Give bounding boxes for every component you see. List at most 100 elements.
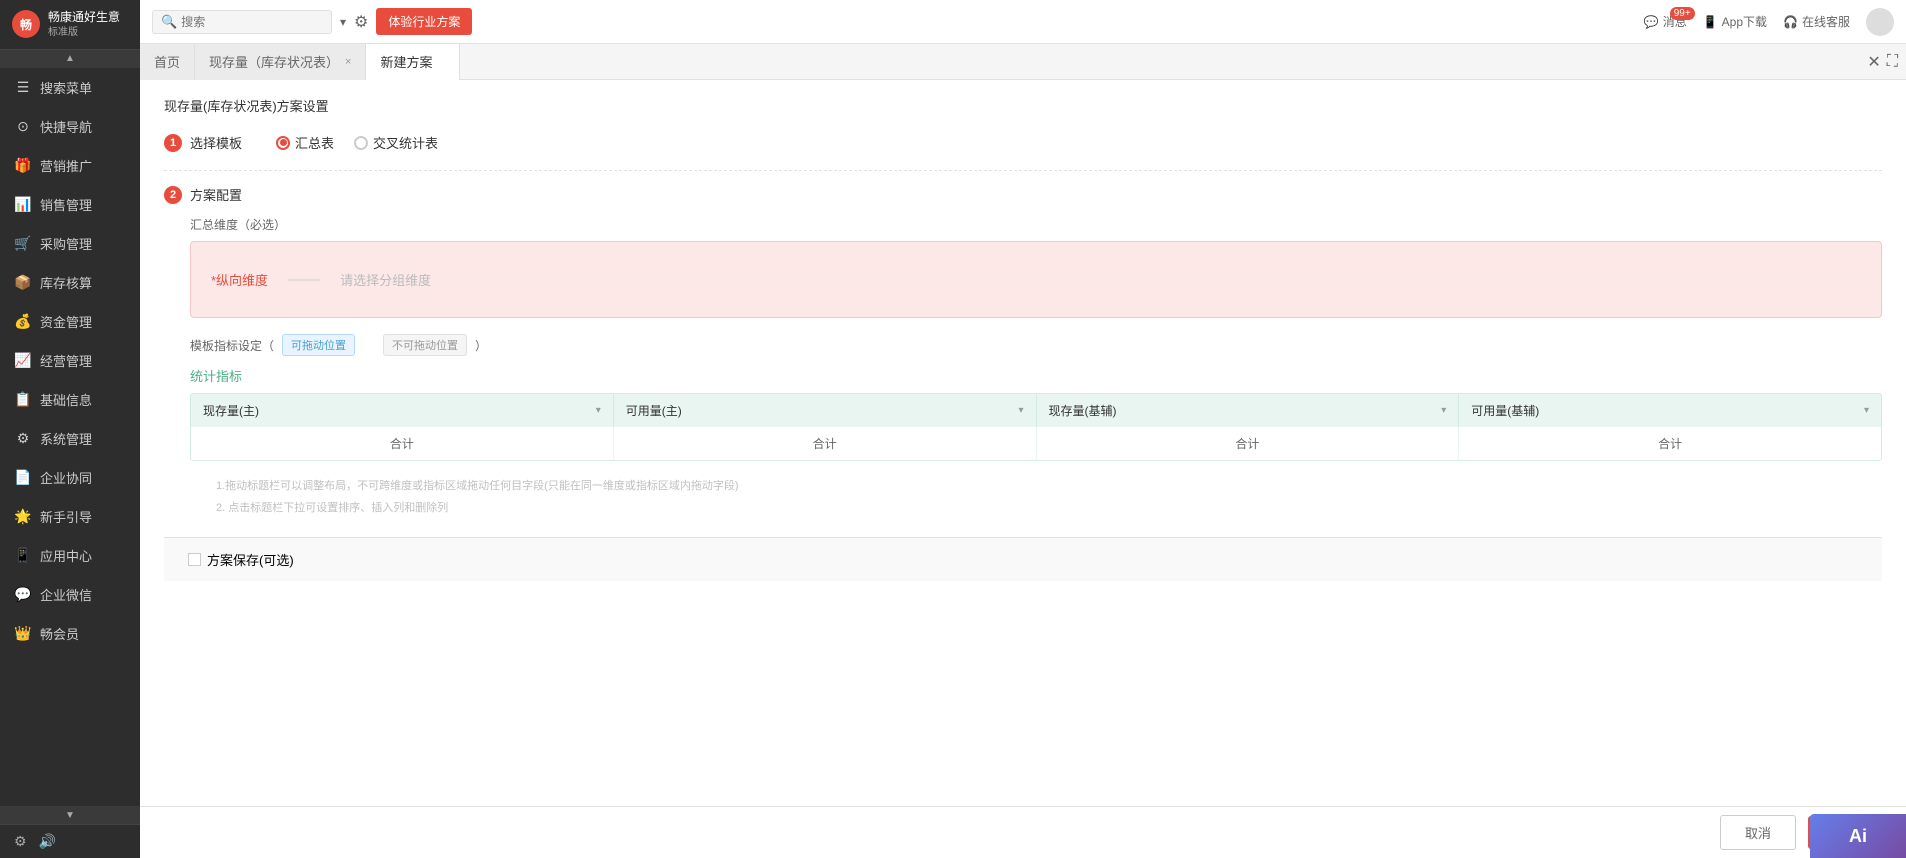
tab-inventory[interactable]: 现存量（库存状况表） × — [195, 44, 366, 80]
window-expand-button[interactable]: ⛶ — [1887, 53, 1898, 71]
topbar-expand-button[interactable]: ▾ — [340, 15, 346, 29]
section2-num: 2 — [164, 186, 182, 204]
stats-col-4[interactable]: 可用量(基辅) ▾ — [1459, 394, 1881, 427]
save-option-label: 方案保存(可选) — [207, 550, 294, 569]
tip-2: 2. 点击标题栏下拉可设置排序、插入列和删除列 — [216, 499, 1882, 519]
tab-new-scheme[interactable]: 新建方案 × — [366, 44, 459, 80]
sidebar-item-basic-info[interactable]: 📋 基础信息 — [0, 380, 140, 419]
sound-footer-icon[interactable]: 🔊 — [39, 833, 56, 850]
stats-body-col-4: 合计 — [1459, 427, 1881, 460]
marketing-icon: 🎁 — [14, 156, 32, 174]
stats-col-2[interactable]: 可用量(主) ▾ — [614, 394, 1037, 427]
bottom-bar: 取消 查询 — [140, 806, 1906, 858]
template-options: 汇总表 交叉统计表 — [276, 133, 438, 152]
save-checkbox[interactable] — [188, 553, 201, 566]
app-download-button[interactable]: 📱 App下载 — [1703, 13, 1767, 30]
sidebar-scroll-up[interactable]: ▲ — [0, 50, 140, 68]
wechat-icon: 💬 — [14, 585, 32, 603]
purchase-icon: 🛒 — [14, 234, 32, 252]
stats-body-col-1: 合计 — [191, 427, 614, 460]
settings-footer-icon[interactable]: ⚙ — [14, 833, 27, 850]
sidebar-item-wechat[interactable]: 💬 企业微信 — [0, 575, 140, 614]
messages-button[interactable]: 💬 消息 99+ — [1644, 13, 1687, 30]
col1-chevron-icon[interactable]: ▾ — [596, 405, 601, 416]
dimension-sublabel: 汇总维度（必选） — [190, 216, 1882, 233]
ai-float-button[interactable]: Ai — [1810, 814, 1906, 858]
app-center-icon: 📱 — [14, 546, 32, 564]
save-option-area: 方案保存(可选) — [164, 537, 1882, 581]
window-close-button[interactable]: ✕ — [1867, 52, 1880, 72]
topbar-right: 💬 消息 99+ 📱 App下载 🎧 在线客服 — [1644, 8, 1894, 36]
topbar: 🔍 ▾ ⚙ 体验行业方案 💬 消息 99+ 📱 App下载 🎧 在线客服 — [140, 0, 1906, 44]
sidebar-scroll-down[interactable]: ▼ — [0, 806, 140, 824]
contracts-icon: 📄 — [14, 468, 32, 486]
sidebar-item-membership[interactable]: 👑 畅会员 — [0, 614, 140, 653]
metric-settings: 模板指标设定（可拖动位置 不可拖动位置） 统计指标 现存量(主) ▾ 可用量(主… — [190, 334, 1882, 519]
tab-home[interactable]: 首页 — [140, 44, 195, 80]
section-scheme-config: 2 方案配置 汇总维度（必选） *纵向维度 —— 请选择分组维度 模板指标设定（… — [164, 185, 1882, 519]
stats-body-col-2: 合计 — [614, 427, 1037, 460]
section1-header: 1 选择模板 汇总表 交叉统计表 — [164, 133, 1882, 152]
sidebar-nav: ☰ 搜索菜单 ⊙ 快捷导航 🎁 营销推广 📊 销售管理 🛒 采购管理 📦 库存核… — [0, 68, 140, 806]
operations-icon: 📈 — [14, 351, 32, 369]
stats-table: 现存量(主) ▾ 可用量(主) ▾ 现存量(基辅) ▾ — [190, 393, 1882, 461]
search-icon: 🔍 — [161, 14, 177, 30]
gear-icon: ⚙ — [354, 14, 368, 31]
divider-1 — [164, 170, 1882, 171]
col4-chevron-icon[interactable]: ▾ — [1864, 405, 1869, 416]
sidebar-item-inventory[interactable]: 📦 库存核算 — [0, 263, 140, 302]
stats-table-body: 合计 合计 合计 合计 — [191, 427, 1881, 460]
page-content: 现存量(库存状况表)方案设置 1 选择模板 汇总表 交叉统计表 — [140, 80, 1906, 806]
metric-settings-label: 模板指标设定（可拖动位置 不可拖动位置） — [190, 334, 1882, 356]
sidebar-item-purchase[interactable]: 🛒 采购管理 — [0, 224, 140, 263]
summary-radio[interactable] — [276, 136, 290, 150]
quick-nav-icon: ⊙ — [14, 117, 32, 135]
tip-1: 1.拖动标题栏可以调整布局，不可跨维度或指标区域拖动任何目字段(只能在同一维度或… — [216, 477, 1882, 497]
dimension-area[interactable]: *纵向维度 —— 请选择分组维度 — [190, 241, 1882, 318]
stats-col-3[interactable]: 现存量(基辅) ▾ — [1037, 394, 1460, 427]
section1-title: 选择模板 — [190, 133, 242, 152]
stats-table-header: 现存量(主) ▾ 可用量(主) ▾ 现存量(基辅) ▾ — [191, 394, 1881, 427]
section1-num: 1 — [164, 134, 182, 152]
sidebar-item-newbie[interactable]: 🌟 新手引导 — [0, 497, 140, 536]
vertical-dim-label: *纵向维度 — [211, 270, 268, 289]
search-input[interactable] — [181, 15, 323, 29]
brand-area: 畅 畅康通好生意 标准版 — [0, 0, 140, 50]
page-inner: 现存量(库存状况表)方案设置 1 选择模板 汇总表 交叉统计表 — [140, 80, 1906, 806]
col2-chevron-icon[interactable]: ▾ — [1018, 405, 1023, 416]
template-summary-option[interactable]: 汇总表 — [276, 133, 334, 152]
tab-new-close[interactable]: × — [438, 56, 444, 68]
sidebar: 畅 畅康通好生意 标准版 ▲ ☰ 搜索菜单 ⊙ 快捷导航 🎁 营销推广 📊 销售… — [0, 0, 140, 858]
section-select-template: 1 选择模板 汇总表 交叉统计表 — [164, 133, 1882, 152]
basic-info-icon: 📋 — [14, 390, 32, 408]
download-icon: 📱 — [1703, 15, 1718, 29]
search-box[interactable]: 🔍 — [152, 10, 332, 34]
tabbar-actions: ✕ ⛶ — [1867, 52, 1906, 72]
stats-body-col-3: 合计 — [1037, 427, 1460, 460]
stats-col-1[interactable]: 现存量(主) ▾ — [191, 394, 614, 427]
customer-service-button[interactable]: 🎧 在线客服 — [1783, 13, 1850, 30]
inventory-icon: 📦 — [14, 273, 32, 291]
tab-inventory-close[interactable]: × — [345, 56, 351, 68]
crosstab-radio[interactable] — [354, 136, 368, 150]
dim-placeholder: 请选择分组维度 — [340, 270, 431, 289]
sidebar-item-system[interactable]: ⚙ 系统管理 — [0, 419, 140, 458]
sidebar-item-app-center[interactable]: 📱 应用中心 — [0, 536, 140, 575]
finance-icon: 💰 — [14, 312, 32, 330]
topbar-gear-button[interactable]: ⚙ — [354, 12, 368, 32]
cancel-button[interactable]: 取消 — [1720, 815, 1796, 850]
stats-section-title: 统计指标 — [190, 366, 1882, 385]
sidebar-item-search-menu[interactable]: ☰ 搜索菜单 — [0, 68, 140, 107]
sidebar-item-marketing[interactable]: 🎁 营销推广 — [0, 146, 140, 185]
headset-icon: 🎧 — [1783, 15, 1798, 29]
sidebar-item-sales[interactable]: 📊 销售管理 — [0, 185, 140, 224]
sidebar-item-quick-nav[interactable]: ⊙ 快捷导航 — [0, 107, 140, 146]
sidebar-item-operations[interactable]: 📈 经营管理 — [0, 341, 140, 380]
user-avatar[interactable] — [1866, 8, 1894, 36]
trial-button[interactable]: 体验行业方案 — [376, 8, 472, 35]
sidebar-item-finance[interactable]: 💰 资金管理 — [0, 302, 140, 341]
non-draggable-tag: 不可拖动位置 — [383, 334, 467, 356]
template-crosstab-option[interactable]: 交叉统计表 — [354, 133, 438, 152]
sidebar-item-contracts[interactable]: 📄 企业协同 — [0, 458, 140, 497]
col3-chevron-icon[interactable]: ▾ — [1441, 405, 1446, 416]
